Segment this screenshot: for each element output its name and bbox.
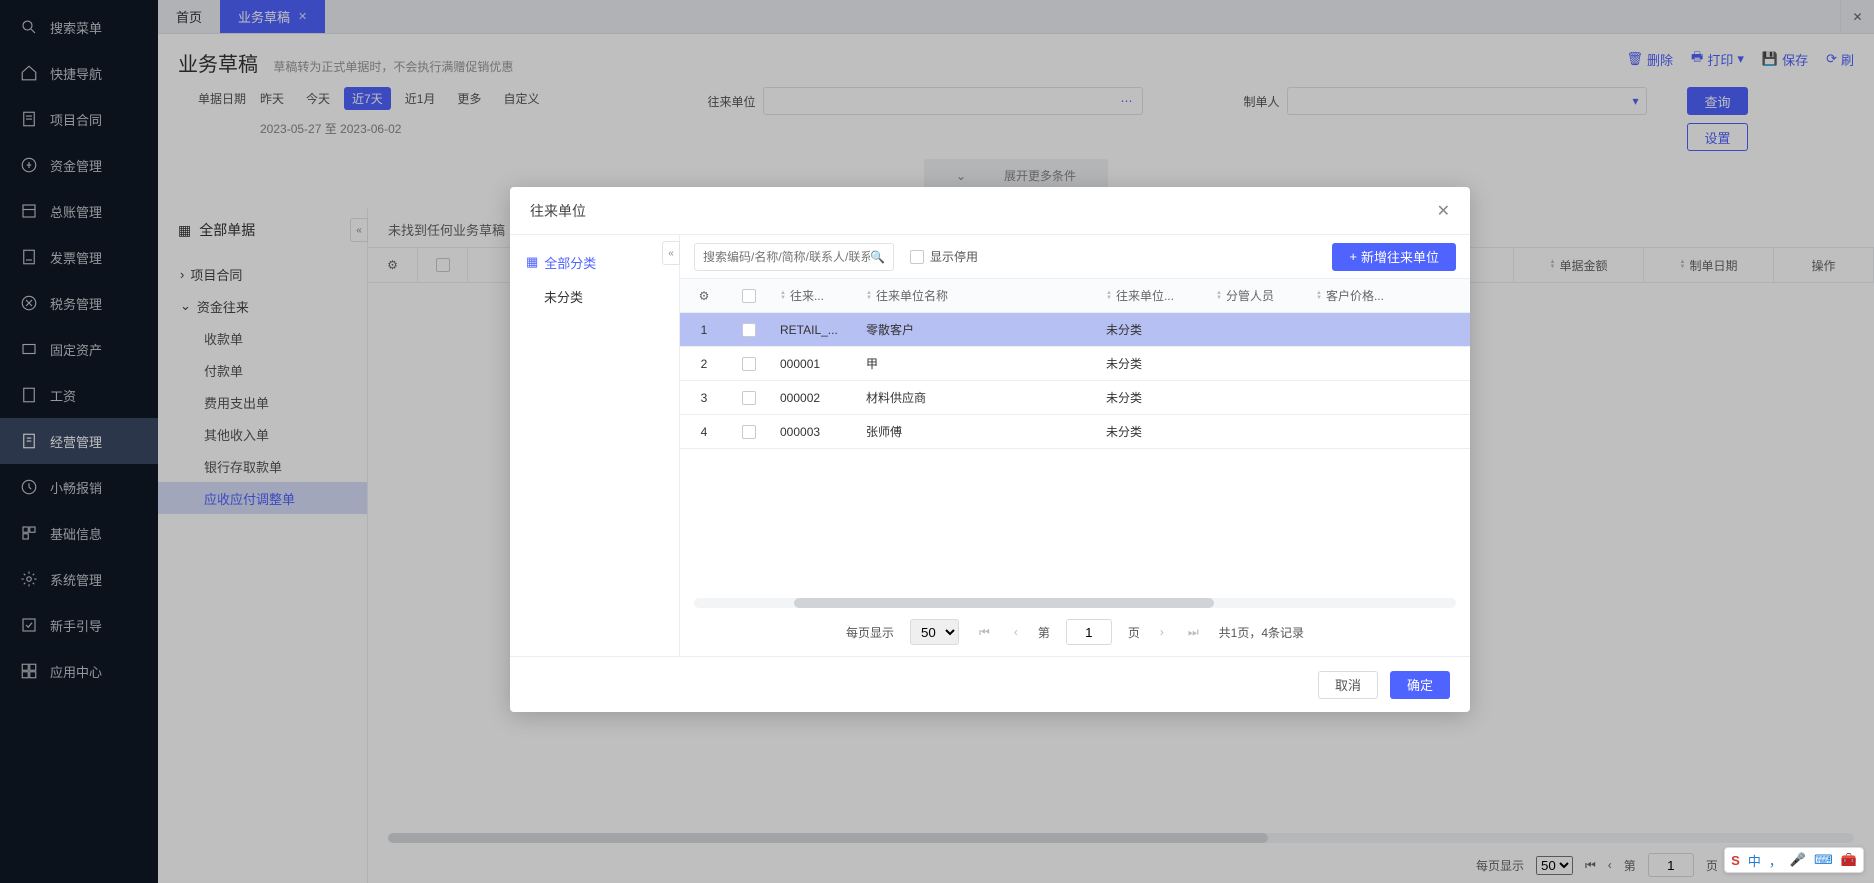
table-row[interactable]: 4 000003张师傅未分类: [680, 415, 1470, 449]
modal-h-scrollbar[interactable]: [694, 598, 1456, 608]
row-name: 零散客户: [856, 321, 1096, 338]
row-index: 2: [680, 357, 728, 371]
modal-category-panel: « ▦全部分类 未分类: [510, 235, 680, 656]
row-code: 000003: [770, 425, 856, 439]
modal-search[interactable]: 🔍: [694, 243, 894, 271]
row-code: RETAIL_...: [770, 323, 856, 337]
page-prev-icon[interactable]: ‹: [1010, 625, 1022, 639]
sort-icon[interactable]: ▲▼: [780, 291, 786, 301]
table-row[interactable]: 2 000001甲未分类: [680, 347, 1470, 381]
table-row[interactable]: 1 RETAIL_...零散客户未分类: [680, 313, 1470, 347]
row-name: 张师傅: [856, 423, 1096, 440]
row-checkbox[interactable]: [742, 323, 756, 337]
row-checkbox[interactable]: [742, 357, 756, 371]
ok-button[interactable]: 确定: [1390, 671, 1450, 699]
checkbox[interactable]: [910, 250, 924, 264]
modal-per-page-select[interactable]: 50: [910, 619, 959, 645]
cancel-button[interactable]: 取消: [1318, 671, 1378, 699]
row-index: 4: [680, 425, 728, 439]
cat-all[interactable]: ▦全部分类: [510, 245, 679, 279]
plus-icon: +: [1349, 249, 1357, 264]
modal-title: 往来单位: [530, 201, 586, 221]
row-checkbox[interactable]: [742, 391, 756, 405]
cat-uncategorized[interactable]: 未分类: [510, 279, 679, 313]
search-icon: 🔍: [870, 250, 885, 264]
row-index: 3: [680, 391, 728, 405]
unit-picker-modal: 往来单位 ✕ « ▦全部分类 未分类 🔍 显示停用 +新增往来单位 ⚙ ▲▼往来: [510, 187, 1470, 712]
ime-logo: S: [1731, 853, 1740, 868]
row-class: 未分类: [1096, 423, 1206, 440]
sort-icon[interactable]: ▲▼: [1216, 291, 1222, 301]
row-code: 000002: [770, 391, 856, 405]
sort-icon[interactable]: ▲▼: [866, 291, 872, 301]
table-row[interactable]: 3 000002材料供应商未分类: [680, 381, 1470, 415]
row-name: 甲: [856, 355, 1096, 372]
row-class: 未分类: [1096, 389, 1206, 406]
sort-icon[interactable]: ▲▼: [1316, 291, 1322, 301]
row-class: 未分类: [1096, 321, 1206, 338]
modal-close-button[interactable]: ✕: [1437, 201, 1450, 221]
page-first-icon[interactable]: ⏮: [975, 625, 994, 640]
ime-lang: 中: [1748, 851, 1761, 870]
row-code: 000001: [770, 357, 856, 371]
ime-mic-icon: 🎤: [1790, 852, 1806, 868]
modal-search-input[interactable]: [703, 250, 870, 264]
ime-bar[interactable]: S 中 ， 🎤 ⌨ 🧰: [1724, 847, 1864, 873]
page-next-icon[interactable]: ›: [1156, 625, 1168, 639]
ime-punct-icon: ，: [1769, 851, 1782, 870]
page-last-icon[interactable]: ⏭: [1184, 625, 1203, 640]
row-name: 材料供应商: [856, 389, 1096, 406]
add-unit-button[interactable]: +新增往来单位: [1332, 243, 1456, 271]
show-disabled-toggle[interactable]: 显示停用: [910, 248, 978, 265]
grid-icon: ▦: [526, 254, 538, 270]
row-index: 1: [680, 323, 728, 337]
modal-panel-collapse[interactable]: «: [662, 241, 680, 265]
sort-icon[interactable]: ▲▼: [1106, 291, 1112, 301]
ime-tool-icon: 🧰: [1841, 852, 1857, 868]
select-all-checkbox[interactable]: [742, 289, 756, 303]
row-checkbox[interactable]: [742, 425, 756, 439]
gear-icon[interactable]: ⚙: [699, 289, 710, 303]
ime-kbd-icon: ⌨: [1814, 852, 1833, 868]
row-class: 未分类: [1096, 355, 1206, 372]
modal-pager: 每页显示 50 ⏮ ‹ 第 页 › ⏭ 共1页，4条记录: [680, 608, 1470, 656]
modal-page-input[interactable]: [1066, 619, 1112, 645]
modal-table: ⚙ ▲▼往来... ▲▼往来单位名称 ▲▼往来单位... ▲▼分管人员 ▲▼客户…: [680, 279, 1470, 656]
